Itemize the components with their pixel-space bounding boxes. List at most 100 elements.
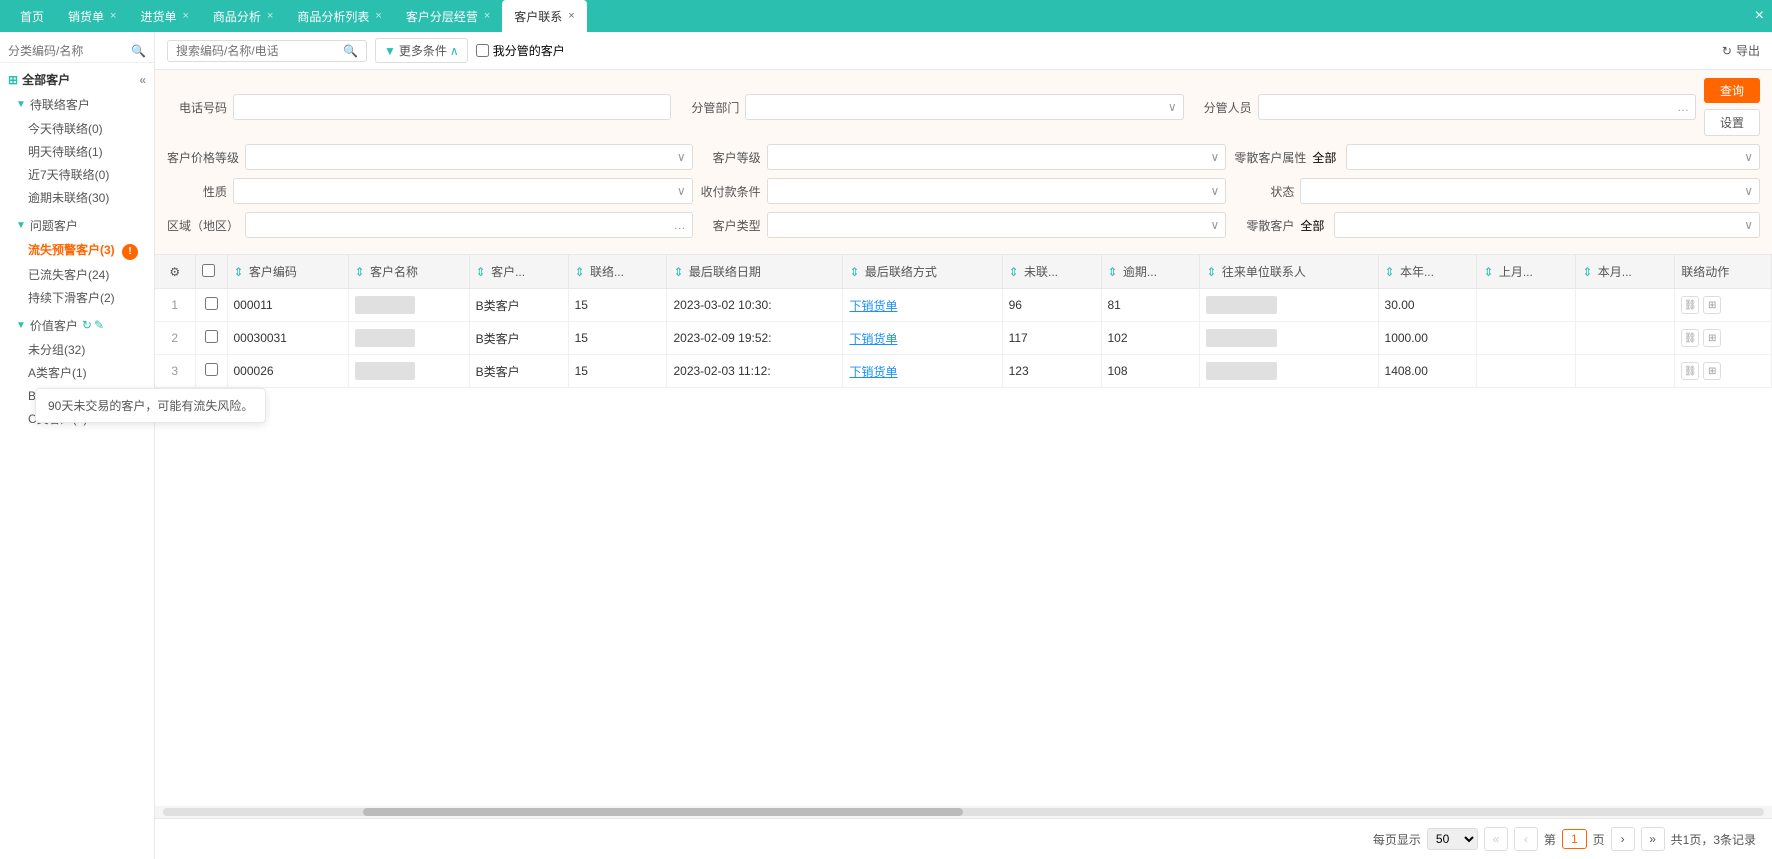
- col-code-sort-icon: ⇕: [234, 265, 244, 279]
- filter-price-tier-select[interactable]: ∨: [245, 144, 693, 170]
- export-btn[interactable]: ↻ 导出: [1722, 42, 1760, 59]
- col-checkbox-header[interactable]: [195, 255, 227, 289]
- sidebar-item-overdue-contact[interactable]: 逾期未联络(30): [0, 186, 154, 209]
- col-no-contact-header[interactable]: ⇕ 未联...: [1002, 255, 1101, 289]
- tab-customer-contact[interactable]: 客户联系 ×: [502, 0, 586, 32]
- col-this-year-header[interactable]: ⇕ 本年...: [1378, 255, 1477, 289]
- row-link-icon-2[interactable]: ⛓: [1681, 329, 1699, 347]
- sidebar-item-week-contact[interactable]: 近7天待联络(0): [0, 163, 154, 186]
- sidebar-item-declining[interactable]: 持续下滑客户(2): [0, 286, 154, 309]
- tab-close-sales-order[interactable]: ×: [110, 10, 116, 22]
- search-box[interactable]: 🔍: [167, 40, 367, 62]
- col-code-header[interactable]: ⇕ 客户编码: [227, 255, 348, 289]
- filter-person-arrow: …: [1677, 100, 1689, 114]
- tab-close-product-analysis-list[interactable]: ×: [375, 10, 381, 22]
- tab-customer-tier[interactable]: 客户分层经营 ×: [394, 0, 502, 32]
- row-checkbox-3[interactable]: [195, 355, 227, 388]
- tab-close-product-analysis[interactable]: ×: [267, 10, 273, 22]
- value-customer-refresh-icon[interactable]: ↻: [82, 318, 92, 332]
- row-last-method-3[interactable]: 下销货单: [843, 355, 1002, 388]
- sidebar-item-churn-warning[interactable]: 流失预警客户(3) !: [0, 238, 154, 263]
- sidebar-root[interactable]: ⊞ 全部客户 «: [0, 67, 154, 92]
- filter-payment-select[interactable]: ∨: [767, 178, 1227, 204]
- select-all-checkbox[interactable]: [202, 264, 215, 277]
- sidebar-item-class-a[interactable]: A类客户(1): [0, 361, 154, 384]
- per-page-select[interactable]: 50 100: [1427, 828, 1478, 850]
- sidebar-item-tomorrow-contact[interactable]: 明天待联络(1): [0, 140, 154, 163]
- tab-close-customer-tier[interactable]: ×: [484, 10, 490, 22]
- col-last-month-header[interactable]: ⇕ 上月...: [1477, 255, 1576, 289]
- col-last-date-header[interactable]: ⇕ 最后联络日期: [667, 255, 843, 289]
- sidebar-item-churned[interactable]: 已流失客户(24): [0, 263, 154, 286]
- first-page-btn[interactable]: «: [1484, 827, 1508, 851]
- search-icon[interactable]: 🔍: [343, 44, 358, 58]
- row-link-icon-3[interactable]: ⛓: [1681, 362, 1699, 380]
- col-type-header[interactable]: ⇕ 客户...: [469, 255, 568, 289]
- next-page-btn[interactable]: ›: [1611, 827, 1635, 851]
- tab-product-analysis[interactable]: 商品分析 ×: [201, 0, 285, 32]
- sidebar-search-input[interactable]: [8, 44, 131, 58]
- sidebar-group-problem-customer[interactable]: ▼ 问题客户: [0, 213, 154, 238]
- row-link-icon-1[interactable]: ⛓: [1681, 296, 1699, 314]
- filter-person-select[interactable]: …: [1258, 94, 1696, 120]
- filter-retail-customer-select[interactable]: ∨: [1334, 212, 1760, 238]
- row-type-2: B类客户: [469, 322, 568, 355]
- filter-dept-select[interactable]: ∨: [745, 94, 1183, 120]
- col-contact-header[interactable]: ⇕ 联络...: [568, 255, 667, 289]
- tab-close-purchase-order[interactable]: ×: [182, 10, 188, 22]
- horizontal-scrollbar[interactable]: [155, 806, 1772, 818]
- col-settings-icon[interactable]: ⚙: [169, 265, 180, 279]
- row-last-date-1: 2023-03-02 10:30:: [667, 289, 843, 322]
- col-name-header[interactable]: ⇕ 客户名称: [348, 255, 469, 289]
- row-grid-icon-2[interactable]: ⊞: [1703, 329, 1721, 347]
- col-last-method-sort-icon: ⇕: [849, 265, 859, 279]
- filter-retail-attr-select[interactable]: ∨: [1346, 144, 1760, 170]
- prev-page-btn[interactable]: ‹: [1514, 827, 1538, 851]
- last-page-btn[interactable]: »: [1641, 827, 1665, 851]
- tab-home[interactable]: 首页: [8, 0, 56, 32]
- more-conditions-btn[interactable]: ▼ 更多条件 ∧: [375, 38, 468, 63]
- sidebar-group-pending-contact[interactable]: ▼ 待联络客户: [0, 92, 154, 117]
- row-name-2: ████: [348, 322, 469, 355]
- row-grid-icon-3[interactable]: ⊞: [1703, 362, 1721, 380]
- filter-status-select[interactable]: ∨: [1300, 178, 1760, 204]
- filter-phone-input[interactable]: [233, 94, 671, 120]
- scrollbar-track[interactable]: [163, 808, 1764, 816]
- filter-bar: 🔍 ▼ 更多条件 ∧ 我分管的客户 ↻ 导出: [155, 32, 1772, 70]
- filter-customer-tier-select[interactable]: ∨: [767, 144, 1227, 170]
- tab-purchase-order[interactable]: 进货单 ×: [128, 0, 200, 32]
- col-settings[interactable]: ⚙: [155, 255, 195, 289]
- col-last-method-header[interactable]: ⇕ 最后联络方式: [843, 255, 1002, 289]
- filter-customer-tier-field: 客户等级 ∨: [701, 144, 1227, 170]
- query-button[interactable]: 查询: [1704, 78, 1760, 103]
- col-type-sort-icon: ⇕: [476, 265, 486, 279]
- tab-sales-order[interactable]: 销货单 ×: [56, 0, 128, 32]
- row-last-method-1[interactable]: 下销货单: [843, 289, 1002, 322]
- row-last-method-2[interactable]: 下销货单: [843, 322, 1002, 355]
- tab-close-customer-contact[interactable]: ×: [568, 10, 574, 22]
- my-customers-checkbox[interactable]: [476, 44, 489, 57]
- filter-payment-label: 收付款条件: [701, 183, 761, 200]
- col-company-contact-header[interactable]: ⇕ 往来单位联系人: [1200, 255, 1378, 289]
- col-this-month-header[interactable]: ⇕ 本月...: [1576, 255, 1675, 289]
- sidebar-group-value-customer[interactable]: ▼ 价值客户 ↻ ✎: [0, 313, 154, 338]
- row-grid-icon-1[interactable]: ⊞: [1703, 296, 1721, 314]
- my-customers-checkbox-area: 我分管的客户: [476, 42, 565, 59]
- tab-product-analysis-list[interactable]: 商品分析列表 ×: [285, 0, 393, 32]
- filter-customer-type-select[interactable]: ∨: [767, 212, 1227, 238]
- sidebar-item-unclassified[interactable]: 未分组(32): [0, 338, 154, 361]
- value-customer-edit-icon[interactable]: ✎: [94, 318, 104, 332]
- filter-region-select[interactable]: …: [245, 212, 693, 238]
- row-overdue-1: 81: [1101, 289, 1200, 322]
- search-input[interactable]: [176, 44, 343, 58]
- sidebar-item-today-contact[interactable]: 今天待联络(0): [0, 117, 154, 140]
- row-checkbox-2[interactable]: [195, 322, 227, 355]
- sidebar-search-icon[interactable]: 🔍: [131, 44, 146, 58]
- close-window-icon[interactable]: ×: [1755, 7, 1764, 25]
- sidebar-collapse-icon[interactable]: «: [139, 73, 146, 87]
- row-checkbox-1[interactable]: [195, 289, 227, 322]
- settings-button[interactable]: 设置: [1704, 109, 1760, 136]
- col-overdue-header[interactable]: ⇕ 逾期...: [1101, 255, 1200, 289]
- filter-nature-select[interactable]: ∨: [233, 178, 693, 204]
- scrollbar-thumb[interactable]: [363, 808, 963, 816]
